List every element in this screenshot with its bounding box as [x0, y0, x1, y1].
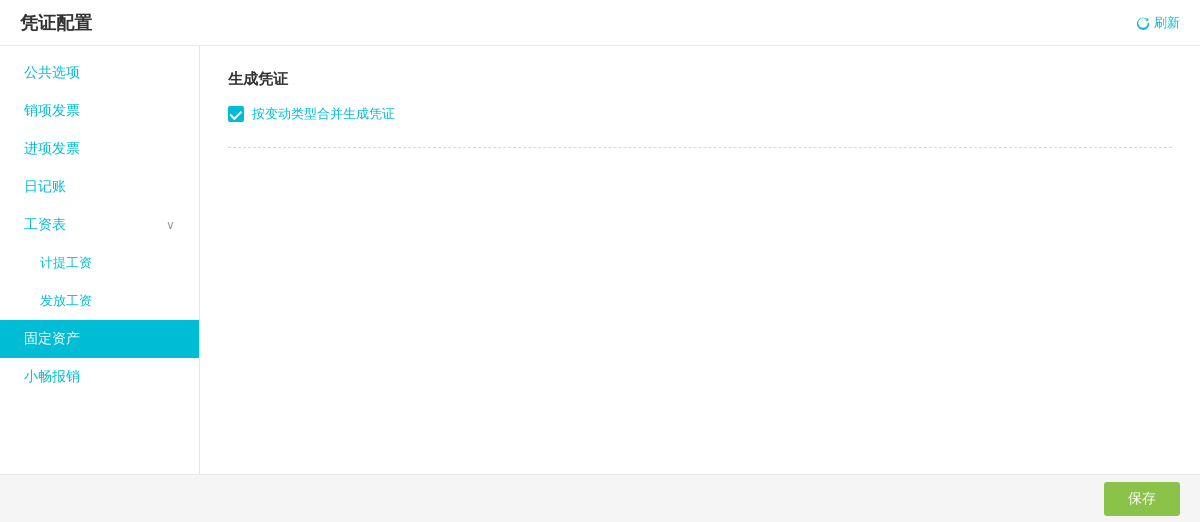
sidebar-item-payroll-calc[interactable]: 计提工资 — [0, 244, 199, 282]
page-title: 凭证配置 — [20, 11, 92, 35]
refresh-button[interactable]: 刷新 — [1136, 14, 1180, 32]
page-footer: 保存 — [0, 474, 1200, 522]
page-header: 凭证配置 刷新 — [0, 0, 1200, 46]
refresh-icon — [1136, 16, 1150, 30]
sidebar-item-label: 计提工资 — [40, 255, 92, 270]
save-button[interactable]: 保存 — [1104, 482, 1180, 516]
main-layout: 公共选项 销项发票 进项发票 日记账 工资表 ∨ 计提工资 发放工资 固定资产 … — [0, 46, 1200, 474]
sidebar-item-label: 小畅报销 — [24, 368, 80, 386]
sidebar-item-label: 发放工资 — [40, 293, 92, 308]
checkbox-label: 按变动类型合并生成凭证 — [252, 105, 395, 123]
section-title: 生成凭证 — [228, 70, 1172, 89]
sidebar-item-journal[interactable]: 日记账 — [0, 168, 199, 206]
sidebar-item-label: 销项发票 — [24, 102, 80, 120]
sidebar-item-purchase-invoice[interactable]: 进项发票 — [0, 130, 199, 168]
sidebar-item-label: 固定资产 — [24, 330, 80, 348]
sidebar-item-label: 日记账 — [24, 178, 66, 196]
refresh-label: 刷新 — [1154, 14, 1180, 32]
content-area: 生成凭证 按变动类型合并生成凭证 — [200, 46, 1200, 474]
section-divider — [228, 147, 1172, 148]
sidebar-item-expense[interactable]: 小畅报销 — [0, 358, 199, 396]
sidebar-item-public-options[interactable]: 公共选项 — [0, 54, 199, 92]
checkbox-row: 按变动类型合并生成凭证 — [228, 105, 1172, 123]
sidebar: 公共选项 销项发票 进项发票 日记账 工资表 ∨ 计提工资 发放工资 固定资产 … — [0, 46, 200, 474]
sidebar-item-label: 公共选项 — [24, 64, 80, 82]
sidebar-item-label: 工资表 — [24, 216, 66, 234]
merge-by-type-checkbox[interactable] — [228, 106, 244, 122]
sidebar-item-fixed-assets[interactable]: 固定资产 — [0, 320, 199, 358]
chevron-down-icon: ∨ — [166, 218, 175, 232]
sidebar-item-payroll-pay[interactable]: 发放工资 — [0, 282, 199, 320]
sidebar-item-payroll[interactable]: 工资表 ∨ — [0, 206, 199, 244]
sidebar-item-label: 进项发票 — [24, 140, 80, 158]
sidebar-item-sales-invoice[interactable]: 销项发票 — [0, 92, 199, 130]
